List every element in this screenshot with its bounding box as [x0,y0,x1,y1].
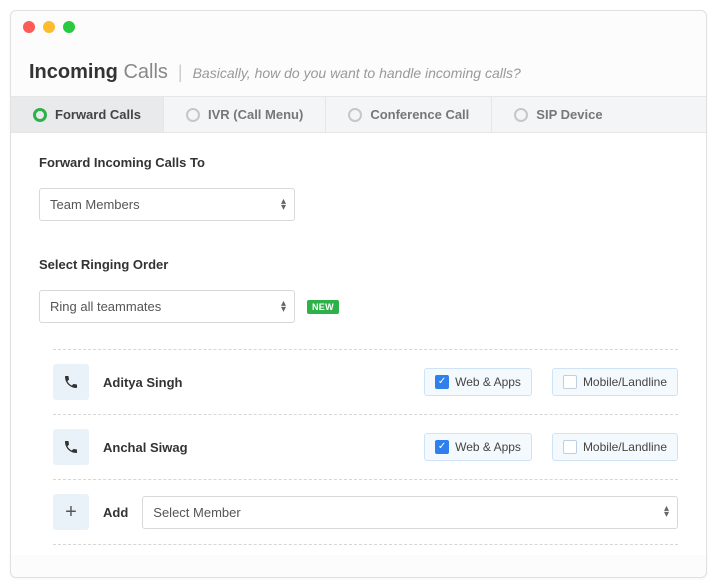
radio-icon [348,108,362,122]
add-member-row: + Add Select Member [53,480,678,545]
add-icon-box[interactable]: + [53,494,89,530]
caret-icon [281,199,286,211]
settings-window: Incoming Calls | Basically, how do you w… [10,10,707,578]
phone-icon [63,374,79,390]
caret-icon [281,301,286,313]
web-apps-toggle[interactable]: Web & Apps [424,433,532,461]
tab-label: SIP Device [536,107,602,122]
ringing-order-select[interactable]: Ring all teammates [39,290,295,323]
mobile-landline-toggle[interactable]: Mobile/Landline [552,433,678,461]
phone-icon [63,439,79,455]
checkbox-unchecked-icon [563,375,577,389]
next-section-label: If Unanswered, Forward Calls To [11,555,706,577]
new-badge: NEW [307,300,339,314]
tab-label: IVR (Call Menu) [208,107,303,122]
radio-icon [186,108,200,122]
select-placeholder: Select Member [153,505,240,520]
forward-to-select[interactable]: Team Members [39,188,295,221]
member-row: Aditya Singh Web & Apps Mobile/Landline [53,349,678,415]
tab-conference-call[interactable]: Conference Call [326,97,492,132]
page-title: Incoming Calls [29,61,168,84]
plus-icon: + [65,501,77,524]
channel-label: Mobile/Landline [583,375,667,389]
tab-content: Forward Incoming Calls To Team Members S… [11,133,706,555]
checkbox-unchecked-icon [563,440,577,454]
tab-sip-device[interactable]: SIP Device [492,97,624,132]
ringing-order-label: Select Ringing Order [39,257,678,272]
call-handling-tabs: Forward Calls IVR (Call Menu) Conference… [11,96,706,133]
radio-selected-icon [33,108,47,122]
mobile-landline-toggle[interactable]: Mobile/Landline [552,368,678,396]
member-icon-box [53,364,89,400]
tab-label: Conference Call [370,107,469,122]
radio-icon [514,108,528,122]
tab-ivr[interactable]: IVR (Call Menu) [164,97,326,132]
forward-to-label: Forward Incoming Calls To [39,155,678,170]
window-minimize-button[interactable] [43,21,55,33]
member-icon-box [53,429,89,465]
select-value: Ring all teammates [50,299,161,314]
tab-forward-calls[interactable]: Forward Calls [11,97,164,132]
member-row: Anchal Siwag Web & Apps Mobile/Landline [53,415,678,480]
page-subtitle: Basically, how do you want to handle inc… [193,65,521,81]
member-name: Aditya Singh [103,375,203,390]
tab-label: Forward Calls [55,107,141,122]
channel-label: Mobile/Landline [583,440,667,454]
page-title-light: Calls [123,61,167,83]
caret-icon [664,506,669,518]
page-title-bold: Incoming [29,61,118,83]
checkbox-checked-icon [435,375,449,389]
window-zoom-button[interactable] [63,21,75,33]
channel-label: Web & Apps [455,375,521,389]
member-list: Aditya Singh Web & Apps Mobile/Landline … [53,349,678,545]
select-value: Team Members [50,197,140,212]
page-header: Incoming Calls | Basically, how do you w… [11,61,706,96]
add-member-select[interactable]: Select Member [142,496,678,529]
member-name: Anchal Siwag [103,440,203,455]
window-titlebar [11,11,706,61]
add-label: Add [103,505,128,520]
title-separator: | [178,62,183,83]
channel-label: Web & Apps [455,440,521,454]
web-apps-toggle[interactable]: Web & Apps [424,368,532,396]
window-close-button[interactable] [23,21,35,33]
checkbox-checked-icon [435,440,449,454]
